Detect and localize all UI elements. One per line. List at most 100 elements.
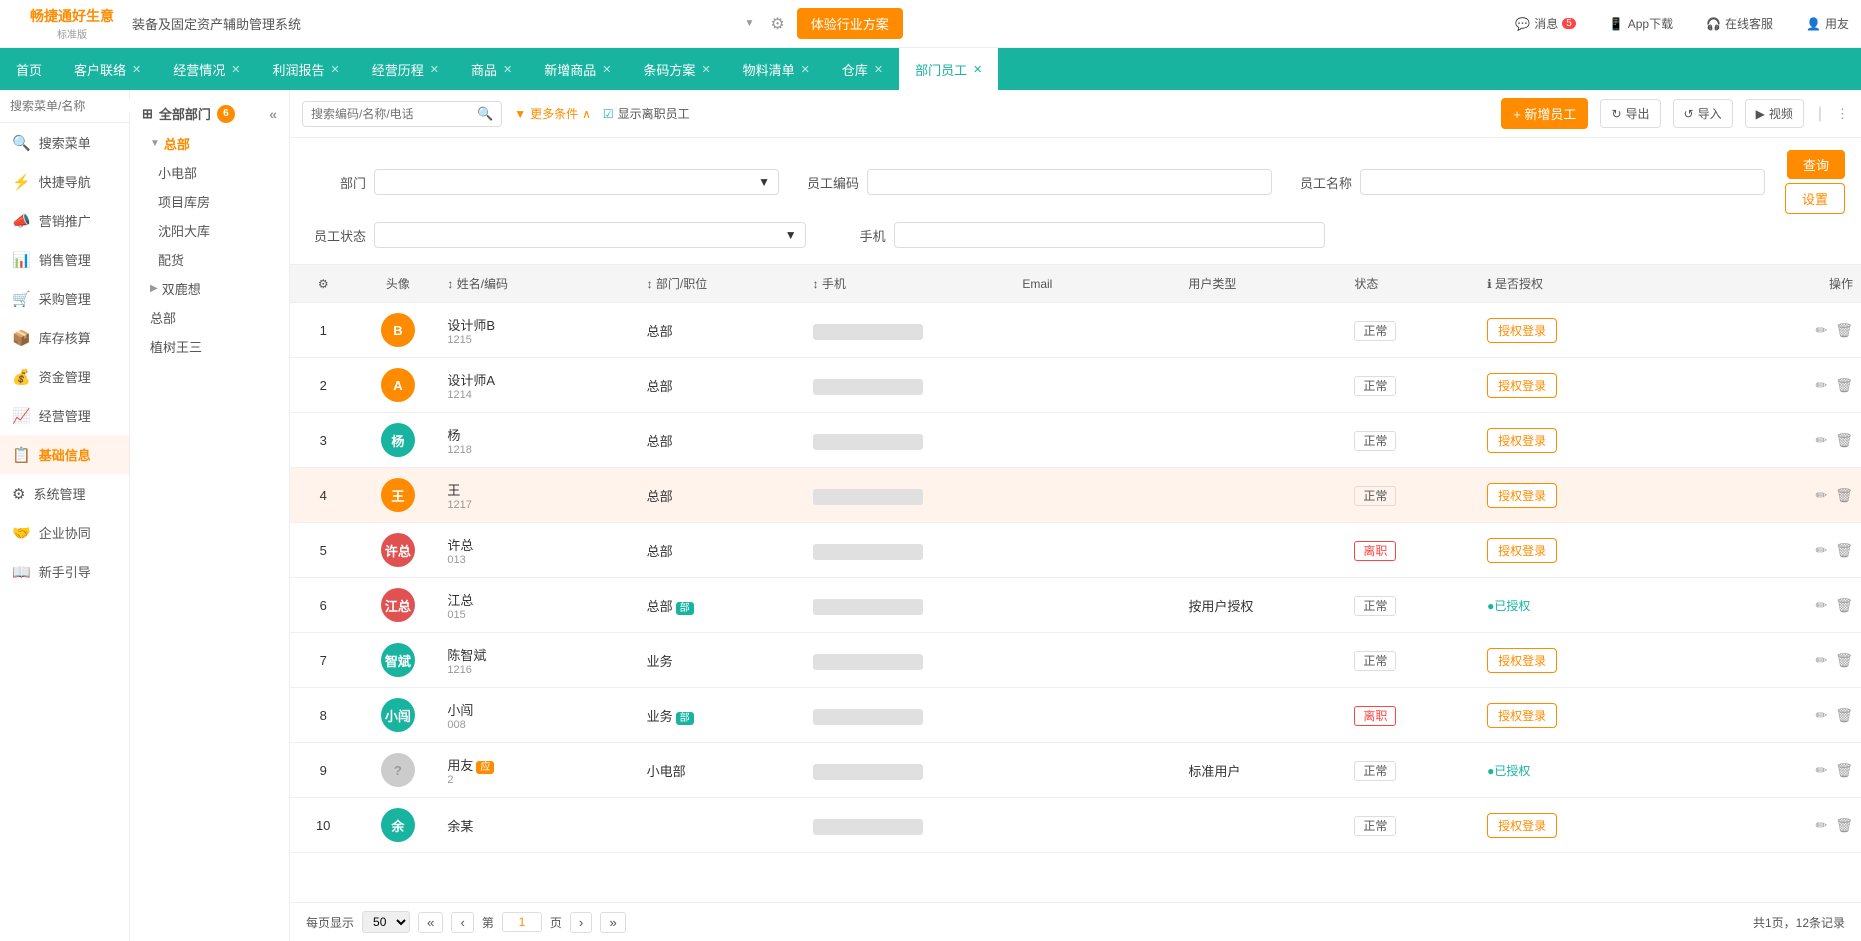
- delete-icon-10[interactable]: 🗑: [1835, 817, 1853, 834]
- auth-btn-8[interactable]: 授权登录: [1487, 703, 1557, 728]
- edit-icon-10[interactable]: ✏: [1815, 817, 1827, 834]
- delete-icon-6[interactable]: 🗑: [1835, 597, 1853, 614]
- sidebar-item-purchase[interactable]: 🛒 采购管理: [0, 279, 129, 318]
- tab-home[interactable]: 首页: [0, 48, 58, 90]
- settings-gear-icon[interactable]: ⚙: [770, 14, 784, 34]
- tab-warehouse[interactable]: 仓库✕: [826, 48, 899, 90]
- close-tab-history[interactable]: ✕: [430, 63, 439, 76]
- close-tab-new-goods[interactable]: ✕: [602, 63, 611, 76]
- search-box[interactable]: 🔍: [302, 101, 502, 127]
- adv-phone-input[interactable]: [894, 222, 1326, 248]
- more-icon[interactable]: ⋮: [1836, 106, 1849, 122]
- edit-icon-9[interactable]: ✏: [1815, 762, 1827, 779]
- tab-bom[interactable]: 物料清单✕: [727, 48, 826, 90]
- delete-icon-9[interactable]: 🗑: [1835, 762, 1853, 779]
- adv-dept-select[interactable]: ▼: [374, 169, 779, 195]
- edit-icon-6[interactable]: ✏: [1815, 597, 1827, 614]
- auth-btn-2[interactable]: 授权登录: [1487, 373, 1557, 398]
- dept-collapse-icon[interactable]: «: [269, 106, 277, 122]
- dept-node-shenyang[interactable]: 沈阳大库: [146, 216, 289, 245]
- message-action[interactable]: 💬 消息 5: [1515, 15, 1576, 32]
- dept-node-peihe[interactable]: 配货: [146, 245, 289, 274]
- next-page-button[interactable]: ›: [570, 912, 592, 933]
- auth-btn-10[interactable]: 授权登录: [1487, 813, 1557, 838]
- service-action[interactable]: 🎧 在线客服: [1706, 15, 1773, 32]
- page-input[interactable]: [502, 912, 542, 932]
- all-dept-label[interactable]: 全部部门: [159, 104, 211, 123]
- show-leave-toggle[interactable]: ☑ 显示离职员工: [603, 105, 690, 122]
- tab-history[interactable]: 经营历程✕: [356, 48, 455, 90]
- more-conditions[interactable]: ▼ 更多条件 ∧: [514, 105, 591, 122]
- tab-goods[interactable]: 商品✕: [455, 48, 528, 90]
- close-tab-customer[interactable]: ✕: [132, 63, 141, 76]
- sidebar-item-finance[interactable]: 💰 资金管理: [0, 357, 129, 396]
- delete-icon-5[interactable]: 🗑: [1835, 542, 1853, 559]
- sidebar-item-basic[interactable]: 📋 基础信息: [0, 435, 129, 474]
- sidebar-search-box[interactable]: 🔍: [0, 90, 129, 123]
- tab-business[interactable]: 经营情况✕: [157, 48, 256, 90]
- prev-page-button[interactable]: ‹: [451, 912, 473, 933]
- sidebar-item-search[interactable]: 🔍 搜索菜单: [0, 123, 129, 162]
- sidebar-item-collab[interactable]: 🤝 企业协同: [0, 513, 129, 552]
- edit-icon-4[interactable]: ✏: [1815, 487, 1827, 504]
- search-input[interactable]: [311, 107, 471, 121]
- auth-btn-5[interactable]: 授权登录: [1487, 538, 1557, 563]
- system-dropdown-arrow[interactable]: ▼: [744, 18, 754, 29]
- edit-icon-5[interactable]: ✏: [1815, 542, 1827, 559]
- last-page-button[interactable]: »: [600, 912, 625, 933]
- auth-btn-3[interactable]: 授权登录: [1487, 428, 1557, 453]
- first-page-button[interactable]: «: [418, 912, 443, 933]
- close-tab-bom[interactable]: ✕: [801, 63, 810, 76]
- sidebar-item-system[interactable]: ⚙ 系统管理: [0, 474, 129, 513]
- tab-new-goods[interactable]: 新增商品✕: [528, 48, 627, 90]
- dept-node-projectlib[interactable]: 项目库房: [146, 187, 289, 216]
- view-button[interactable]: ▶ 视频: [1745, 99, 1804, 128]
- th-phone[interactable]: ↕ 手机: [805, 265, 1015, 303]
- sidebar-item-inventory[interactable]: 📦 库存核算: [0, 318, 129, 357]
- query-button[interactable]: 查询: [1787, 150, 1845, 179]
- trial-button[interactable]: 体验行业方案: [797, 8, 903, 39]
- sidebar-item-marketing[interactable]: 📣 营销推广: [0, 201, 129, 240]
- th-settings[interactable]: ⚙: [290, 265, 356, 303]
- tab-profit[interactable]: 利润报告✕: [256, 48, 355, 90]
- edit-icon-1[interactable]: ✏: [1815, 322, 1827, 339]
- close-tab-profit[interactable]: ✕: [331, 63, 340, 76]
- import-button[interactable]: ↺ 导入: [1673, 99, 1733, 128]
- edit-icon-8[interactable]: ✏: [1815, 707, 1827, 724]
- th-name[interactable]: ↕ 姓名/编码: [439, 265, 638, 303]
- close-tab-warehouse[interactable]: ✕: [874, 63, 883, 76]
- user-action[interactable]: 👤 用友: [1806, 15, 1849, 32]
- delete-icon-8[interactable]: 🗑: [1835, 707, 1853, 724]
- set-button[interactable]: 设置: [1785, 183, 1845, 214]
- adv-status-select[interactable]: ▼: [374, 222, 806, 248]
- delete-icon-3[interactable]: 🗑: [1835, 432, 1853, 449]
- tab-barcode[interactable]: 条码方案✕: [627, 48, 726, 90]
- th-dept[interactable]: ↕ 部门/职位: [639, 265, 805, 303]
- sidebar-item-sales[interactable]: 📊 销售管理: [0, 240, 129, 279]
- edit-icon-3[interactable]: ✏: [1815, 432, 1827, 449]
- dept-node-shuanglu[interactable]: ▶ 双鹿想: [130, 274, 289, 303]
- auth-btn-7[interactable]: 授权登录: [1487, 648, 1557, 673]
- page-size-select[interactable]: 50: [362, 911, 410, 933]
- delete-icon-2[interactable]: 🗑: [1835, 377, 1853, 394]
- tab-customer[interactable]: 客户联络✕: [58, 48, 157, 90]
- auth-btn-4[interactable]: 授权登录: [1487, 483, 1557, 508]
- close-tab-barcode[interactable]: ✕: [701, 63, 710, 76]
- add-employee-button[interactable]: + 新增员工: [1501, 98, 1588, 129]
- export-button[interactable]: ↻ 导出: [1600, 99, 1660, 128]
- sidebar-item-guide[interactable]: 📖 新手引导: [0, 552, 129, 591]
- close-tab-goods[interactable]: ✕: [503, 63, 512, 76]
- sidebar-item-quicknav[interactable]: ⚡ 快捷导航: [0, 162, 129, 201]
- sidebar-item-management[interactable]: 📈 经营管理: [0, 396, 129, 435]
- dept-node-zhishu[interactable]: 植树王三: [130, 332, 289, 361]
- edit-icon-7[interactable]: ✏: [1815, 652, 1827, 669]
- adv-empcode-input[interactable]: [867, 169, 1272, 195]
- dept-node-xiaodian[interactable]: 小电部: [146, 158, 289, 187]
- show-leave-checkbox[interactable]: ☑: [603, 107, 614, 121]
- delete-icon-1[interactable]: 🗑: [1835, 322, 1853, 339]
- delete-icon-4[interactable]: 🗑: [1835, 487, 1853, 504]
- dept-node-hq[interactable]: ▼ 总部: [130, 129, 289, 158]
- tab-dept-employee[interactable]: 部门员工✕: [899, 48, 998, 90]
- close-tab-business[interactable]: ✕: [231, 63, 240, 76]
- close-tab-dept[interactable]: ✕: [973, 63, 982, 76]
